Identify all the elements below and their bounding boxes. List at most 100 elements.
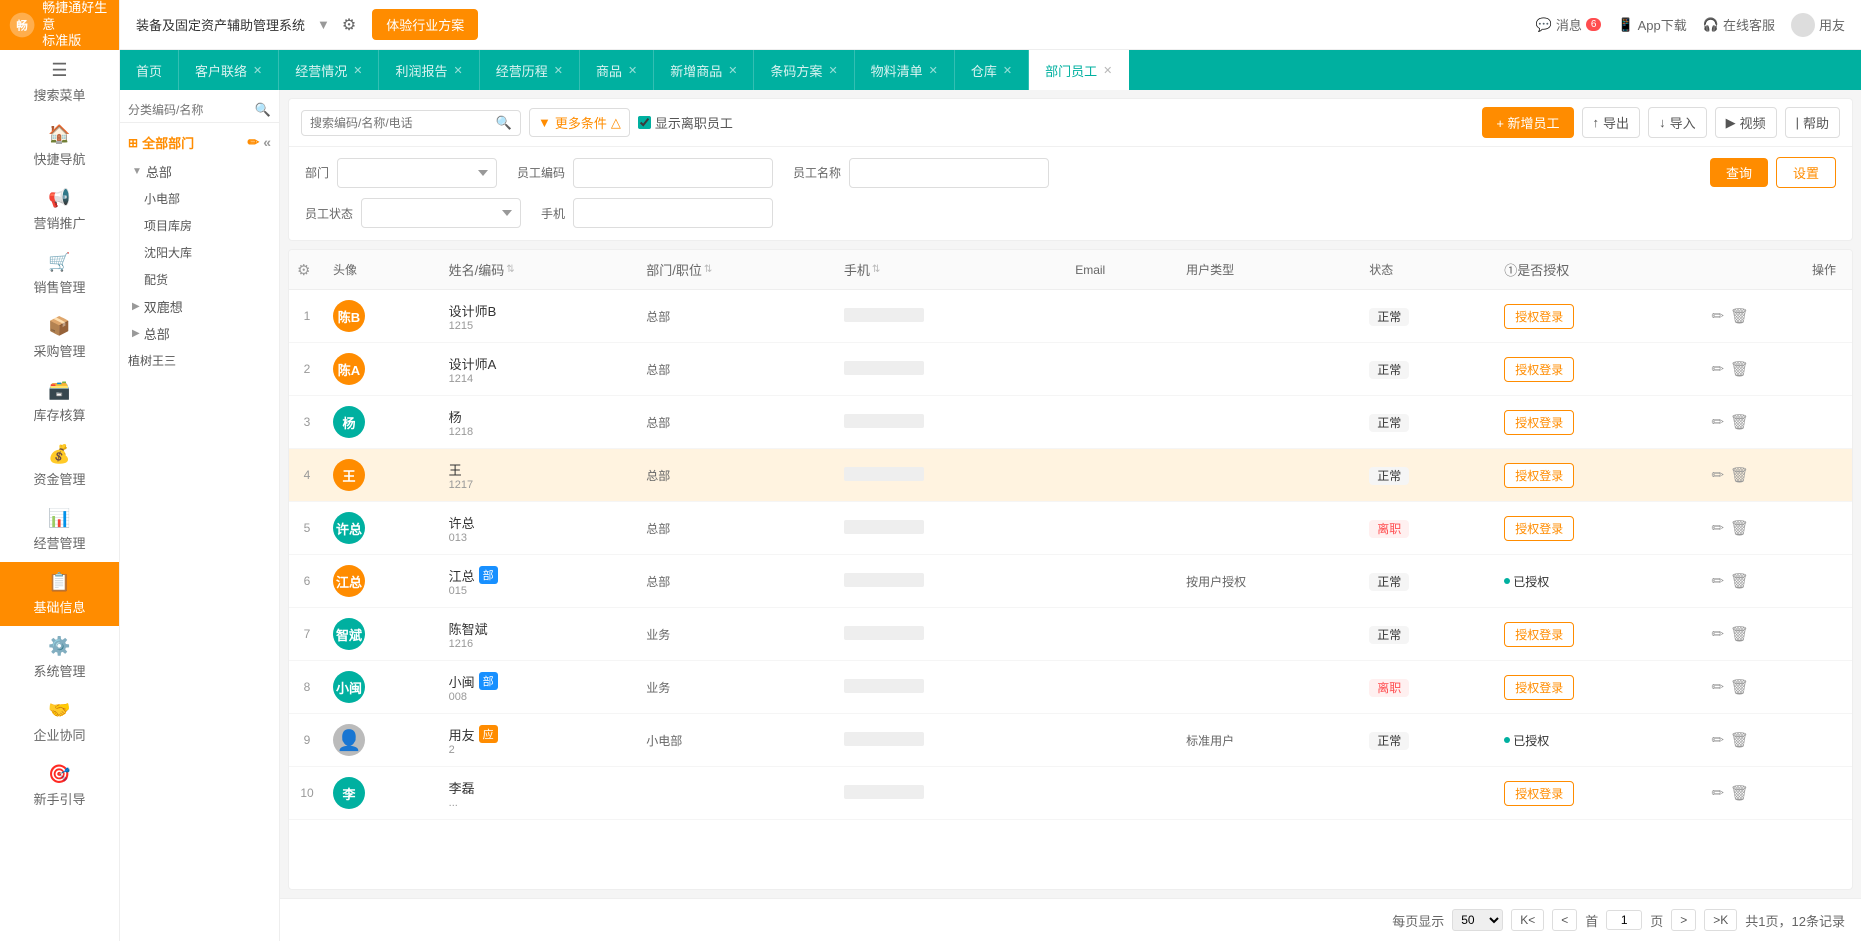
th-phone[interactable]: 手机 ⇅: [836, 250, 1067, 290]
tab-goods-close[interactable]: ✕: [628, 64, 637, 77]
settings-button[interactable]: 设置: [1776, 157, 1836, 188]
tab-goods[interactable]: 商品 ✕: [580, 50, 654, 90]
user-item[interactable]: 用友: [1791, 13, 1845, 37]
delete-icon[interactable]: 🗑: [1730, 307, 1749, 325]
delete-icon[interactable]: 🗑: [1730, 572, 1749, 590]
gear-icon[interactable]: ⚙: [342, 15, 356, 35]
dept-select[interactable]: [337, 158, 497, 188]
page-number-input[interactable]: [1606, 910, 1642, 930]
dept-item-xiaodibu[interactable]: 小电部: [120, 185, 279, 212]
per-page-select[interactable]: 50 20 100: [1452, 909, 1503, 931]
next-page-btn[interactable]: >: [1671, 909, 1696, 931]
edit-icon[interactable]: ✏: [1711, 784, 1724, 802]
edit-icon[interactable]: ✏: [1711, 466, 1724, 484]
delete-icon[interactable]: 🗑: [1730, 360, 1749, 378]
dept-collapse-icon[interactable]: «: [263, 134, 271, 151]
last-page-btn[interactable]: >K: [1704, 909, 1737, 931]
tab-bom-close[interactable]: ✕: [929, 64, 938, 77]
delete-icon[interactable]: 🗑: [1730, 413, 1749, 431]
column-settings-icon[interactable]: ⚙: [297, 262, 310, 279]
auth-login-button[interactable]: 授权登录: [1504, 781, 1574, 806]
query-button[interactable]: 查询: [1710, 158, 1768, 187]
sidebar-item-purchase[interactable]: 📦 采购管理: [0, 306, 119, 370]
dept-item-zhishuwang[interactable]: 植树王三: [120, 347, 279, 374]
tab-customer[interactable]: 客户联络 ✕: [179, 50, 279, 90]
auth-login-button[interactable]: 授权登录: [1504, 304, 1574, 329]
tab-barcode[interactable]: 条码方案 ✕: [754, 50, 854, 90]
app-download-item[interactable]: 📱 App下载: [1617, 15, 1686, 34]
import-button[interactable]: ↓ 导入: [1648, 107, 1707, 138]
emp-code-input[interactable]: [573, 158, 773, 188]
tab-bom[interactable]: 物料清单 ✕: [855, 50, 955, 90]
tab-warehouse-close[interactable]: ✕: [1003, 64, 1012, 77]
edit-icon[interactable]: ✏: [1711, 307, 1724, 325]
delete-icon[interactable]: 🗑: [1730, 784, 1749, 802]
tab-barcode-close[interactable]: ✕: [828, 64, 837, 77]
delete-icon[interactable]: 🗑: [1730, 519, 1749, 537]
tab-history[interactable]: 经营历程 ✕: [480, 50, 580, 90]
tab-operations[interactable]: 经营情况 ✕: [279, 50, 379, 90]
more-conditions-btn[interactable]: ▼ 更多条件 △: [529, 108, 630, 137]
tab-employee-close[interactable]: ✕: [1103, 64, 1112, 77]
delete-icon[interactable]: 🗑: [1730, 731, 1749, 749]
sidebar-item-nav[interactable]: 🏠 快捷导航: [0, 114, 119, 178]
tab-employee[interactable]: 部门员工 ✕: [1029, 50, 1129, 90]
trial-button[interactable]: 体验行业方案: [372, 9, 478, 40]
sidebar-item-operations[interactable]: 📊 经营管理: [0, 498, 119, 562]
delete-icon[interactable]: 🗑: [1730, 625, 1749, 643]
sidebar-item-inventory[interactable]: 🗃️ 库存核算: [0, 370, 119, 434]
first-page-btn[interactable]: K<: [1511, 909, 1544, 931]
edit-icon[interactable]: ✏: [1711, 731, 1724, 749]
dept-search-input[interactable]: [128, 103, 255, 117]
dept-item-project[interactable]: 项目库房: [120, 212, 279, 239]
th-name[interactable]: 姓名/编码 ⇅: [441, 250, 639, 290]
th-dept[interactable]: 部门/职位 ⇅: [638, 250, 836, 290]
tab-customer-close[interactable]: ✕: [253, 64, 262, 77]
tab-ops-close[interactable]: ✕: [353, 64, 362, 77]
dept-section-title-shuanglu[interactable]: ▶ 双鹿想: [120, 293, 279, 320]
tab-warehouse[interactable]: 仓库 ✕: [955, 50, 1029, 90]
dept-item-shenyang[interactable]: 沈阳大库: [120, 239, 279, 266]
help-button[interactable]: | 帮助: [1785, 107, 1840, 138]
tab-new-goods-close[interactable]: ✕: [728, 64, 737, 77]
sidebar-item-enterprise[interactable]: 🤝 企业协同: [0, 690, 119, 754]
dept-item-peihuo[interactable]: 配货: [120, 266, 279, 293]
edit-icon[interactable]: ✏: [1711, 625, 1724, 643]
sidebar-item-system[interactable]: ⚙️ 系统管理: [0, 626, 119, 690]
phone-input[interactable]: [573, 198, 773, 228]
auth-login-button[interactable]: 授权登录: [1504, 463, 1574, 488]
export-button[interactable]: ↑ 导出: [1582, 107, 1641, 138]
view-button[interactable]: ▶ 视频: [1715, 107, 1777, 138]
tab-profit[interactable]: 利润报告 ✕: [379, 50, 479, 90]
sidebar-item-guide[interactable]: 🎯 新手引导: [0, 754, 119, 818]
emp-name-input[interactable]: [849, 158, 1049, 188]
auth-login-button[interactable]: 授权登录: [1504, 675, 1574, 700]
edit-icon[interactable]: ✏: [1711, 413, 1724, 431]
messages-item[interactable]: 💬 消息 6: [1536, 15, 1602, 34]
delete-icon[interactable]: 🗑: [1730, 678, 1749, 696]
prev-page-btn[interactable]: <: [1552, 909, 1577, 931]
sidebar-item-finance[interactable]: 💰 资金管理: [0, 434, 119, 498]
sidebar-item-sales[interactable]: 🛒 销售管理: [0, 242, 119, 306]
tab-history-close[interactable]: ✕: [554, 64, 563, 77]
sidebar-item-marketing[interactable]: 📢 营销推广: [0, 178, 119, 242]
dept-section-title-zongbu2[interactable]: ▶ 总部: [120, 320, 279, 347]
filter-search-input[interactable]: [310, 116, 492, 130]
dept-all-label[interactable]: 全部部门: [142, 133, 194, 152]
auth-login-button[interactable]: 授权登录: [1504, 410, 1574, 435]
tab-new-goods[interactable]: 新增商品 ✕: [654, 50, 754, 90]
sidebar-item-basic[interactable]: 📋 基础信息: [0, 562, 119, 626]
edit-icon[interactable]: ✏: [1711, 360, 1724, 378]
edit-icon[interactable]: ✏: [1711, 678, 1724, 696]
delete-icon[interactable]: 🗑: [1730, 466, 1749, 484]
edit-icon[interactable]: ✏: [1711, 572, 1724, 590]
status-select[interactable]: [361, 198, 521, 228]
support-item[interactable]: 🎧 在线客服: [1703, 15, 1775, 34]
auth-login-button[interactable]: 授权登录: [1504, 622, 1574, 647]
add-employee-button[interactable]: + 新增员工: [1482, 107, 1573, 138]
show-resigned-checkbox[interactable]: [638, 116, 651, 129]
dept-section-title-zongbu[interactable]: ▼ 总部: [120, 158, 279, 185]
dept-edit-icon[interactable]: ✏: [247, 134, 259, 151]
auth-login-button[interactable]: 授权登录: [1504, 357, 1574, 382]
tab-profit-close[interactable]: ✕: [454, 64, 463, 77]
